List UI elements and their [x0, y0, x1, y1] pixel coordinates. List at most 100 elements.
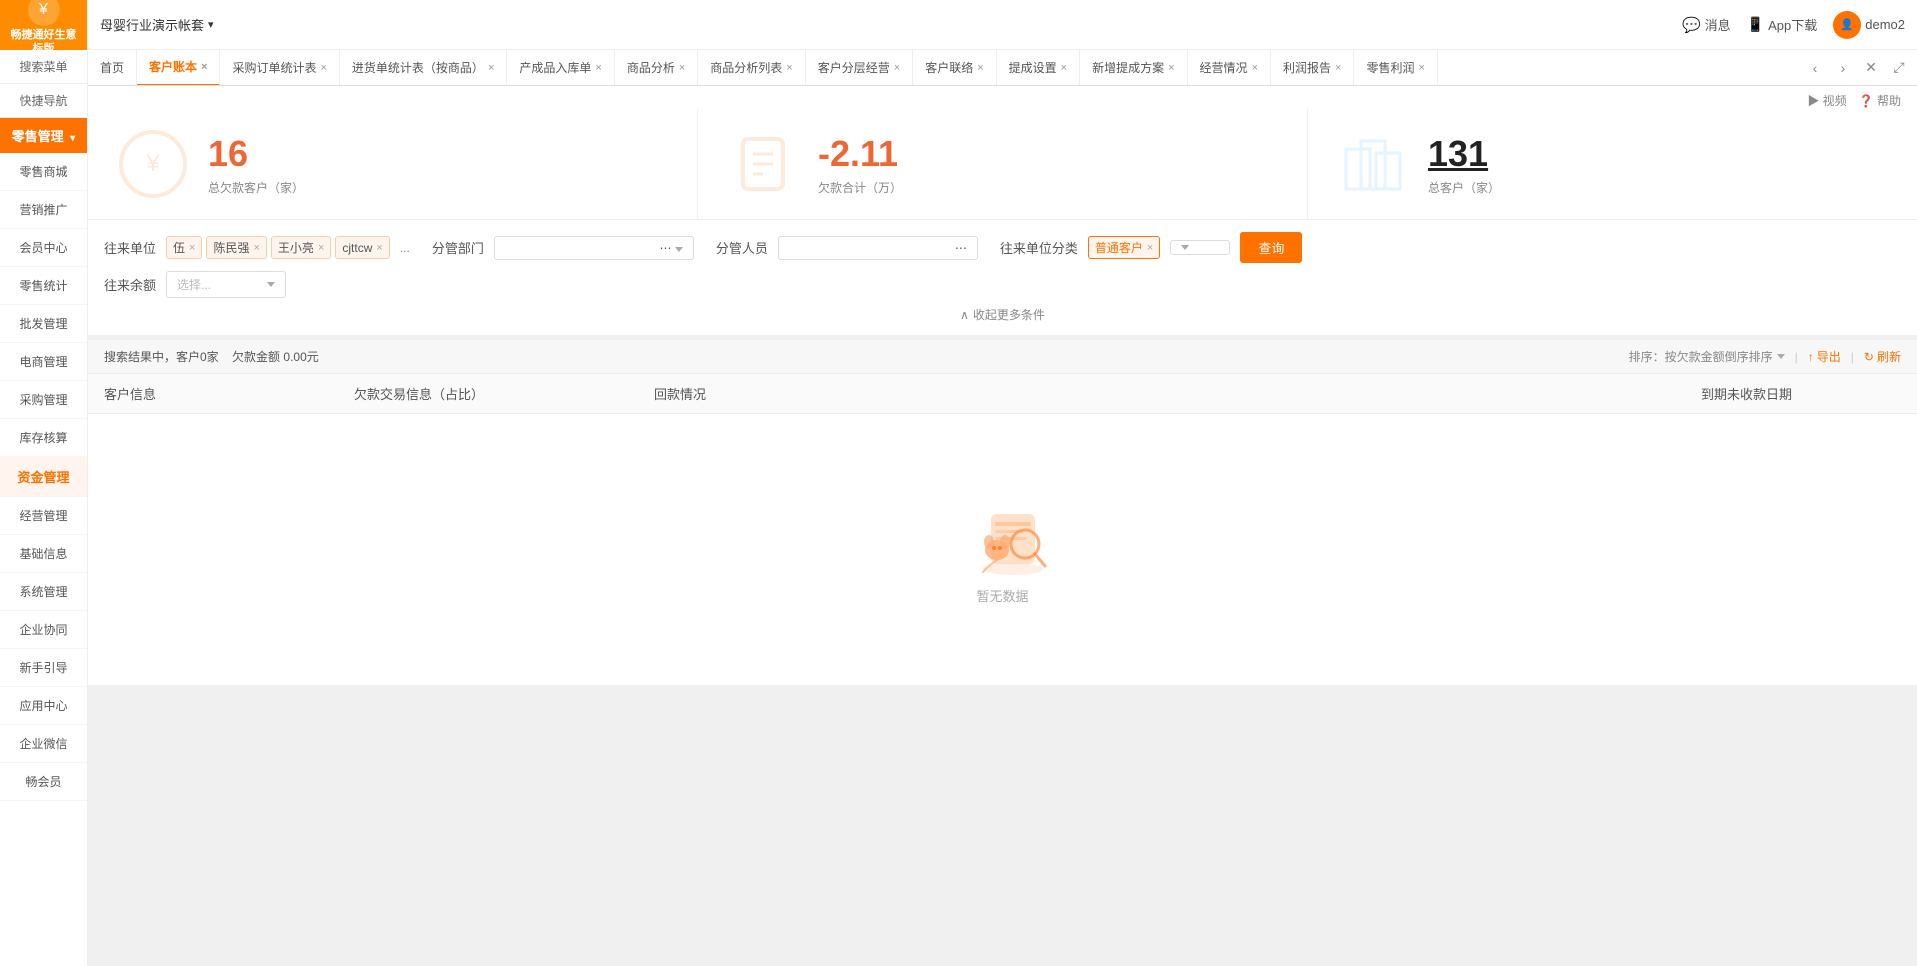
tab-close-7[interactable]: ×	[894, 62, 900, 74]
tab-8[interactable]: 客户联络 ×	[913, 50, 996, 86]
amount-value: 0.00元	[283, 350, 318, 364]
tab-prev-btn[interactable]: ‹	[1803, 56, 1827, 80]
sidebar-item-电商管理[interactable]: 电商管理	[0, 343, 87, 381]
account-selector[interactable]: 母婴行业演示帐套 ▾	[100, 15, 214, 34]
tab-close-8[interactable]: ×	[977, 62, 983, 74]
tab-label-10: 新增提成方案	[1092, 59, 1164, 76]
tab-close-4[interactable]: ×	[595, 62, 601, 74]
unit-tag-伍[interactable]: 伍 ×	[166, 236, 202, 259]
tabbar: 首页客户账本 ×采购订单统计表 ×进货单统计表（按商品） ×产成品入库单 ×商品…	[88, 50, 1917, 86]
tab-close-1[interactable]: ×	[201, 61, 207, 73]
sidebar-item-新手引导[interactable]: 新手引导	[0, 649, 87, 687]
balance-select[interactable]: 选择...	[166, 271, 286, 298]
remove-unit-type-tag-普通客户[interactable]: ×	[1147, 242, 1153, 254]
results-bar: 搜索结果中，客户0家 欠款金额 0.00元 排序：按欠款金额倒序排序 | ↑ 导…	[88, 339, 1917, 374]
unit-type-tag-普通客户[interactable]: 普通客户 ×	[1088, 236, 1160, 259]
sidebar-logo: ¥ 畅捷通好生意 标版	[0, 0, 87, 50]
user-menu[interactable]: 👤 demo2	[1833, 11, 1905, 39]
tab-close-5[interactable]: ×	[679, 62, 685, 74]
sidebar-search[interactable]: 搜索菜单	[0, 50, 87, 84]
sidebar-quick-nav[interactable]: 快捷导航	[0, 84, 87, 118]
sidebar-item-批发管理[interactable]: 批发管理	[0, 305, 87, 343]
collapse-btn[interactable]: ∧ 收起更多条件	[960, 306, 1045, 323]
tab-0[interactable]: 首页	[88, 50, 137, 86]
stat-values-2: 131总客户（家）	[1428, 133, 1500, 196]
sidebar: ¥ 畅捷通好生意 标版 搜索菜单 快捷导航 零售管理 ▾ 零售商城营销推广会员中…	[0, 0, 88, 966]
tab-close-2[interactable]: ×	[320, 62, 326, 74]
remove-unit-tag-cjttcw[interactable]: ×	[376, 242, 382, 254]
refresh-btn[interactable]: ↻ 刷新	[1864, 348, 1901, 365]
sidebar-item-企业微信[interactable]: 企业微信	[0, 725, 87, 763]
tab-close-6[interactable]: ×	[786, 62, 792, 74]
sidebar-item-会员中心[interactable]: 会员中心	[0, 229, 87, 267]
tab-10[interactable]: 新增提成方案 ×	[1080, 50, 1187, 86]
tab-expand-btn[interactable]: ⤢	[1887, 56, 1911, 80]
sort-arrow	[1777, 354, 1785, 359]
table-header-col-3: 到期未收款日期	[1701, 384, 1901, 403]
tab-close-9[interactable]: ×	[1061, 62, 1067, 74]
help-link[interactable]: ❓ 帮助	[1859, 92, 1901, 109]
tab-5[interactable]: 商品分析 ×	[615, 50, 698, 86]
remove-unit-tag-陈民强[interactable]: ×	[253, 242, 259, 254]
sort-selector[interactable]: 排序：按欠款金额倒序排序	[1629, 348, 1785, 365]
sidebar-item-零售统计[interactable]: 零售统计	[0, 267, 87, 305]
sidebar-item-系统管理[interactable]: 系统管理	[0, 573, 87, 611]
tab-close-12[interactable]: ×	[1335, 62, 1341, 74]
sidebar-item-经营管理[interactable]: 经营管理	[0, 497, 87, 535]
sidebar-item-资金管理[interactable]: 资金管理	[0, 457, 87, 497]
tab-13[interactable]: 零售利润 ×	[1354, 50, 1437, 86]
tab-close-13[interactable]: ×	[1418, 62, 1424, 74]
tab-12[interactable]: 利润报告 ×	[1271, 50, 1354, 86]
unit-tag-王小亮[interactable]: 王小亮 ×	[271, 236, 331, 259]
tab-1[interactable]: 客户账本 ×	[137, 50, 220, 86]
logo-text: 畅捷通好生意	[11, 28, 77, 42]
phone-icon: 📱	[1747, 16, 1764, 33]
tab-6[interactable]: 商品分析列表 ×	[698, 50, 805, 86]
tab-close-all-btn[interactable]: ✕	[1859, 56, 1883, 80]
tab-label-5: 商品分析	[627, 59, 675, 76]
unit-tag-陈民强[interactable]: 陈民强 ×	[206, 236, 266, 259]
video-link[interactable]: ▶ 视频	[1807, 92, 1846, 109]
tab-close-10[interactable]: ×	[1168, 62, 1174, 74]
sidebar-item-库存核算[interactable]: 库存核算	[0, 419, 87, 457]
sidebar-item-采购管理[interactable]: 采购管理	[0, 381, 87, 419]
sidebar-item-基础信息[interactable]: 基础信息	[0, 535, 87, 573]
tab-label-11: 经营情况	[1200, 59, 1248, 76]
remove-unit-tag-伍[interactable]: ×	[189, 242, 195, 254]
stat-value-1: -2.11	[818, 133, 902, 175]
tab-label-8: 客户联络	[925, 59, 973, 76]
tab-3[interactable]: 进货单统计表（按商品） ×	[340, 50, 507, 86]
unit-type-select[interactable]	[1170, 240, 1230, 255]
tab-next-btn[interactable]: ›	[1831, 56, 1855, 80]
tab-11[interactable]: 经营情况 ×	[1188, 50, 1271, 86]
sidebar-item-营销推广[interactable]: 营销推广	[0, 191, 87, 229]
tab-7[interactable]: 客户分层经营 ×	[806, 50, 913, 86]
query-button[interactable]: 查询	[1240, 232, 1302, 263]
tab-4[interactable]: 产成品入库单 ×	[507, 50, 614, 86]
filter-more-btn[interactable]: ...	[400, 241, 410, 255]
account-name: 母婴行业演示帐套	[100, 15, 204, 34]
export-btn[interactable]: ↑ 导出	[1808, 348, 1841, 365]
sidebar-item-应用中心[interactable]: 应用中心	[0, 687, 87, 725]
stat-label-0: 总欠款客户（家）	[208, 179, 304, 196]
sidebar-item-畅会员[interactable]: 畅会员	[0, 763, 87, 801]
tab-close-3[interactable]: ×	[488, 62, 494, 74]
tab-2[interactable]: 采购订单统计表 ×	[220, 50, 339, 86]
results-bar-right: 排序：按欠款金额倒序排序 | ↑ 导出 | ↻ 刷新	[1629, 348, 1901, 365]
app-download-btn[interactable]: 📱 App下载	[1747, 15, 1818, 34]
remove-unit-tag-王小亮[interactable]: ×	[318, 242, 324, 254]
dept-select[interactable]: ⋯	[494, 236, 694, 260]
person-select[interactable]: ⋯	[778, 236, 978, 260]
sidebar-item-企业协同[interactable]: 企业协同	[0, 611, 87, 649]
message-label: 消息	[1705, 15, 1731, 34]
refresh-icon: ↻	[1864, 350, 1874, 364]
sidebar-item-零售商城[interactable]: 零售商城	[0, 153, 87, 191]
tab-close-11[interactable]: ×	[1252, 62, 1258, 74]
user-avatar: 👤	[1833, 11, 1861, 39]
unit-tag-cjttcw[interactable]: cjttcw ×	[335, 236, 389, 259]
stats-row: ¥16总欠款客户（家）-2.11欠款合计（万）131总客户（家）	[88, 109, 1917, 219]
stat-card-2: 131总客户（家）	[1308, 109, 1917, 219]
messages-btn[interactable]: 💬 消息	[1682, 15, 1731, 34]
sidebar-retail-section[interactable]: 零售管理 ▾	[0, 118, 87, 153]
tab-9[interactable]: 提成设置 ×	[997, 50, 1080, 86]
